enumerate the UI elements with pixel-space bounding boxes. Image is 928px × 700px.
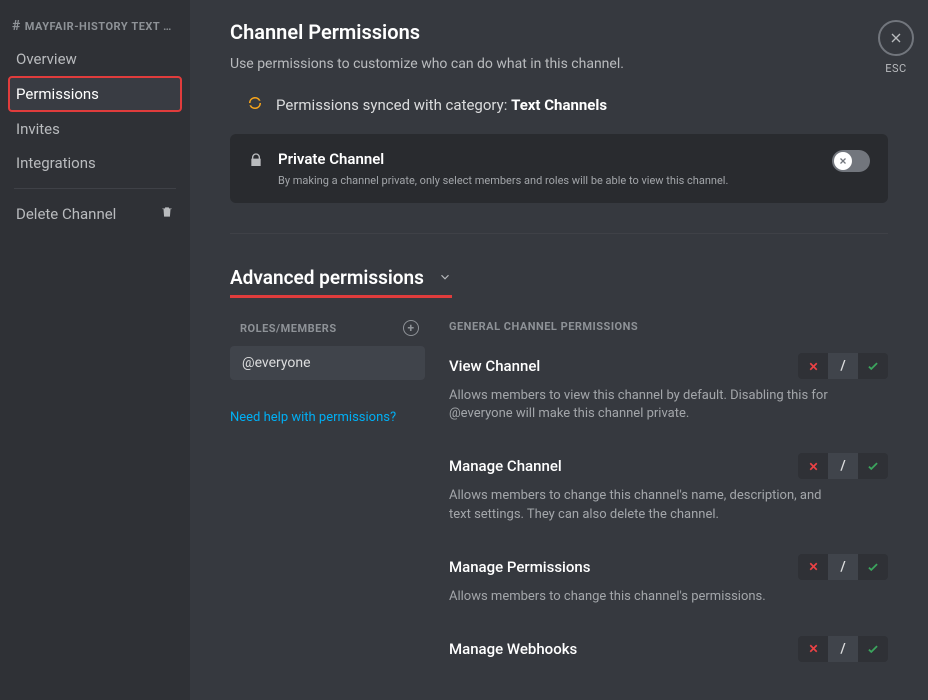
roles-column: ROLES/MEMBERS + @everyone Need help with… — [230, 320, 425, 692]
perm-deny-button[interactable] — [798, 636, 828, 662]
permissions-section-title: GENERAL CHANNEL PERMISSIONS — [449, 320, 888, 333]
perm-deny-button[interactable] — [798, 453, 828, 479]
sidebar-item-invites[interactable]: Invites — [8, 112, 182, 146]
private-desc: By making a channel private, only select… — [278, 174, 728, 187]
perm-row-view-channel: View Channel / Allows members to view th… — [449, 353, 888, 423]
perm-name: Manage Webhooks — [449, 640, 577, 658]
channel-header: # MAYFAIR-HISTORY TEXT … — [8, 18, 182, 42]
lock-icon — [248, 152, 264, 172]
help-link[interactable]: Need help with permissions? — [230, 410, 425, 425]
sync-text: Permissions synced with category: Text C… — [276, 96, 607, 114]
close-button[interactable] — [878, 20, 914, 56]
perm-desc: Allows members to change this channel's … — [449, 588, 829, 606]
perm-deny-button[interactable] — [798, 554, 828, 580]
tri-toggle: / — [798, 554, 888, 580]
perm-row-manage-permissions: Manage Permissions / Allows members to c… — [449, 554, 888, 606]
sync-prefix: Permissions synced with category: — [276, 96, 511, 114]
close-label: ESC — [878, 62, 914, 75]
page-title: Channel Permissions — [230, 20, 888, 44]
perm-passthrough-button[interactable]: / — [828, 554, 858, 580]
perm-passthrough-button[interactable]: / — [828, 453, 858, 479]
private-title: Private Channel — [278, 150, 728, 168]
perm-deny-button[interactable] — [798, 353, 828, 379]
sidebar-item-permissions[interactable]: Permissions — [8, 76, 182, 112]
tri-toggle: / — [798, 353, 888, 379]
perm-desc: Allows members to change this channel's … — [449, 487, 829, 523]
perm-passthrough-button[interactable]: / — [828, 636, 858, 662]
sidebar-item-integrations[interactable]: Integrations — [8, 146, 182, 180]
perm-allow-button[interactable] — [858, 554, 888, 580]
private-toggle[interactable] — [832, 150, 870, 172]
toggle-knob — [834, 152, 852, 170]
sidebar-item-delete-channel[interactable]: Delete Channel — [8, 197, 182, 231]
settings-sidebar: # MAYFAIR-HISTORY TEXT … Overview Permis… — [0, 0, 190, 700]
sidebar-item-label: Overview — [16, 50, 77, 68]
permissions-column: GENERAL CHANNEL PERMISSIONS View Channel… — [449, 320, 888, 692]
sync-category: Text Channels — [511, 96, 607, 114]
close-wrap: ESC — [878, 20, 914, 75]
role-item-everyone[interactable]: @everyone — [230, 346, 425, 380]
advanced-title: Advanced permissions — [230, 266, 424, 289]
perm-name: Manage Permissions — [449, 558, 590, 576]
sidebar-item-label: Integrations — [16, 154, 96, 172]
perm-name: View Channel — [449, 357, 540, 375]
sync-row: Permissions synced with category: Text C… — [230, 94, 888, 116]
private-channel-card: Private Channel By making a channel priv… — [230, 134, 888, 203]
divider — [230, 233, 888, 234]
advanced-permissions-header[interactable]: Advanced permissions — [230, 266, 452, 298]
trash-icon — [160, 205, 174, 223]
sidebar-item-label: Delete Channel — [16, 205, 116, 223]
tri-toggle: / — [798, 636, 888, 662]
channel-type-label: TEXT … — [131, 20, 171, 33]
sidebar-divider — [14, 188, 176, 189]
perm-name: Manage Channel — [449, 457, 562, 475]
perm-allow-button[interactable] — [858, 636, 888, 662]
sidebar-item-overview[interactable]: Overview — [8, 42, 182, 76]
perm-desc: Allows members to view this channel by d… — [449, 387, 829, 423]
perm-allow-button[interactable] — [858, 453, 888, 479]
perm-row-manage-channel: Manage Channel / Allows members to chang… — [449, 453, 888, 523]
roles-heading: ROLES/MEMBERS — [240, 322, 337, 335]
perm-passthrough-button[interactable]: / — [828, 353, 858, 379]
chevron-down-icon — [438, 266, 452, 289]
role-label: @everyone — [242, 355, 311, 371]
sidebar-item-label: Permissions — [16, 85, 99, 103]
tri-toggle: / — [798, 453, 888, 479]
hash-icon: # — [12, 18, 21, 34]
main-content: ESC Channel Permissions Use permissions … — [190, 0, 928, 700]
channel-name: MAYFAIR-HISTORY — [25, 20, 128, 33]
page-subtitle: Use permissions to customize who can do … — [230, 56, 888, 72]
sync-icon — [246, 94, 264, 116]
add-role-button[interactable]: + — [403, 320, 419, 336]
sidebar-item-label: Invites — [16, 120, 60, 138]
perm-row-manage-webhooks: Manage Webhooks / — [449, 636, 888, 662]
perm-allow-button[interactable] — [858, 353, 888, 379]
